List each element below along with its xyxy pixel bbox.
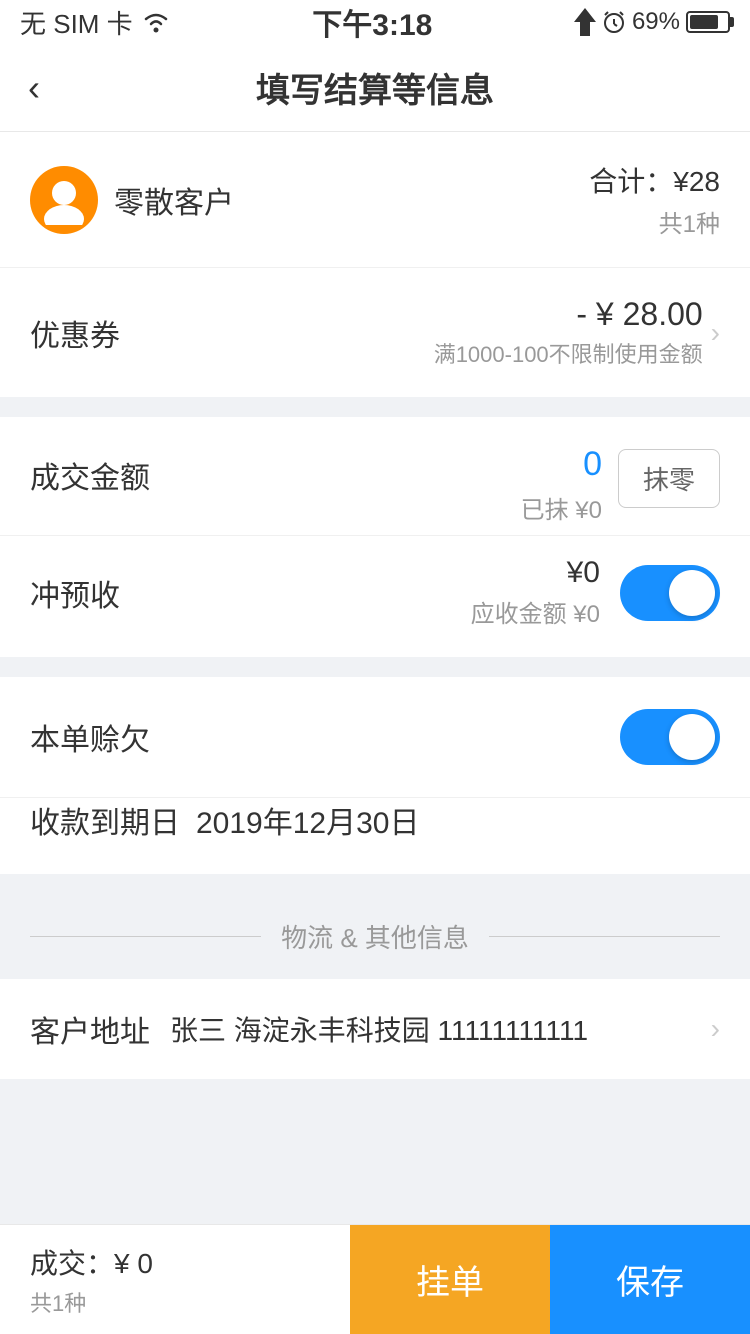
prereceive-label: 冲预收 [30,571,120,615]
debt-toggle-thumb [669,714,715,760]
battery-icon [686,11,730,33]
debt-toggle[interactable] [620,709,720,765]
coupon-value: - ¥ 28.00 满1000-100不限制使用金额 [434,296,703,369]
toggle-thumb [669,570,715,616]
logistics-title: 物流 & 其他信息 [281,918,469,955]
coupon-label: 优惠券 [30,311,120,355]
bottom-deal-label: 成交： [30,1248,114,1279]
duedate-label: 收款到期日 [30,798,180,842]
deal-deducted: 已抹 ¥0 [521,490,602,525]
page-title: 填写结算等信息 [256,63,494,112]
customer-section: 零散客户 合计：¥28 共1种 优惠券 - ¥ 28.00 满1000-100不… [0,132,750,397]
bottom-deal-amount: ¥ 0 [114,1248,153,1279]
customer-left: 零散客户 [30,166,234,234]
logistics-line-right [489,936,720,937]
carrier-text: 无 SIM 卡 [20,4,133,41]
logistics-line-left [30,936,261,937]
prereceive-values: ¥0 应收金额 ¥0 [471,556,600,629]
wifi-icon [141,11,171,33]
coupon-description: 满1000-100不限制使用金额 [434,337,703,369]
avatar-icon [39,175,89,225]
battery-percent: 69% [632,8,680,36]
bottom-deal-text: 成交：¥ 0 [30,1242,320,1282]
coupon-row[interactable]: 优惠券 - ¥ 28.00 满1000-100不限制使用金额 › [0,267,750,397]
deal-amount-label: 成交金额 [30,445,150,497]
bottom-bar: 成交：¥ 0 共1种 挂单 保存 [0,1224,750,1334]
location-icon [574,8,596,36]
duedate-value: 2019年12月30日 [196,798,419,842]
save-button[interactable]: 保存 [550,1225,750,1334]
bottom-count: 共1种 [30,1286,320,1318]
duedate-row: 收款到期日 2019年12月30日 [0,797,750,874]
customer-total: 合计：¥28 [589,160,720,200]
debt-row: 本单赊欠 [0,677,750,797]
prereceive-toggle[interactable] [620,565,720,621]
prereceive-right: ¥0 应收金额 ¥0 [471,556,720,629]
customer-name: 零散客户 [114,178,234,222]
round-zero-button[interactable]: 抹零 [618,449,720,508]
pending-button[interactable]: 挂单 [350,1225,550,1334]
section-gap-2 [0,657,750,677]
coupon-right: - ¥ 28.00 满1000-100不限制使用金额 › [434,296,720,369]
alarm-icon [602,10,626,34]
customer-avatar [30,166,98,234]
status-left: 无 SIM 卡 [20,4,171,41]
debt-label: 本单赊欠 [30,715,150,759]
deal-amount-block: 0 已抹 ¥0 [521,445,602,525]
section-gap-3 [0,874,750,894]
customer-right: 合计：¥28 共1种 [589,160,720,239]
customer-row: 零散客户 合计：¥28 共1种 [0,132,750,267]
deal-amount-value[interactable]: 0 [521,445,602,484]
status-right: 69% [574,8,730,36]
prereceive-row: 冲预收 ¥0 应收金额 ¥0 [0,535,750,657]
address-section: 客户地址 张三 海淀永丰科技园 11111111111 › [0,979,750,1079]
bottom-actions: 挂单 保存 [350,1225,750,1334]
nav-bar: ‹ 填写结算等信息 [0,44,750,132]
address-row[interactable]: 客户地址 张三 海淀永丰科技园 11111111111 › [0,979,750,1079]
prereceive-receivable: 应收金额 ¥0 [471,594,600,629]
deal-section: 成交金额 0 已抹 ¥0 抹零 冲预收 ¥0 应收金额 ¥0 [0,417,750,657]
coupon-amount: - ¥ 28.00 [434,296,703,333]
back-button[interactable]: ‹ [28,67,40,109]
logistics-header: 物流 & 其他信息 [0,894,750,979]
bottom-info: 成交：¥ 0 共1种 [0,1242,350,1318]
deal-amount-row: 成交金额 0 已抹 ¥0 抹零 [0,417,750,535]
section-gap-4 [0,1079,750,1099]
status-bar: 无 SIM 卡 下午3:18 69% [0,0,750,44]
chevron-right-icon: › [711,317,720,349]
content: 零散客户 合计：¥28 共1种 优惠券 - ¥ 28.00 满1000-100不… [0,132,750,1219]
address-label: 客户地址 [30,1007,150,1051]
address-chevron-icon: › [711,1013,720,1045]
status-time: 下午3:18 [312,0,432,44]
section-gap-1 [0,397,750,417]
debt-section: 本单赊欠 收款到期日 2019年12月30日 [0,677,750,874]
customer-count: 共1种 [589,204,720,239]
prereceive-amount: ¥0 [471,556,600,590]
address-value: 张三 海淀永丰科技园 11111111111 [170,1009,711,1049]
deal-right: 0 已抹 ¥0 抹零 [521,445,720,525]
